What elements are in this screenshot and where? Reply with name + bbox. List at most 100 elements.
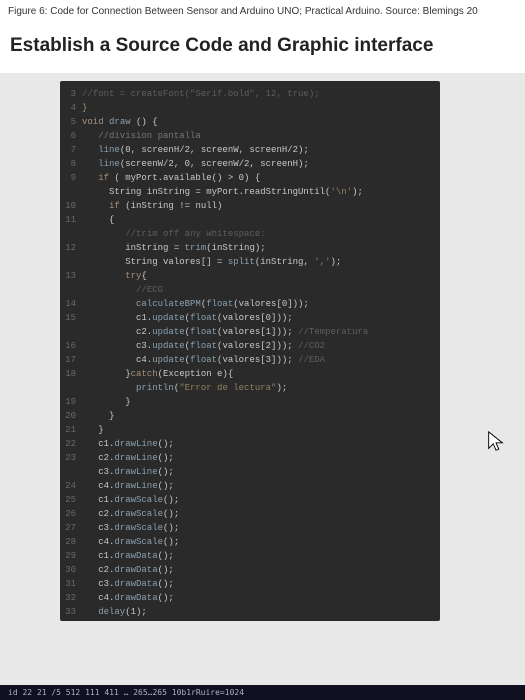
line-number: 24 — [60, 479, 82, 493]
code-line: 17 c4.update(float(valores[3])); //EDA — [60, 353, 440, 367]
code-line: 15 c1.update(float(valores[0])); — [60, 311, 440, 325]
code-line: String inString = myPort.readStringUntil… — [60, 185, 440, 199]
code-text: c3.drawScale(); — [82, 521, 179, 535]
code-text: } — [82, 619, 87, 621]
line-number: 16 — [60, 339, 82, 353]
line-number: 26 — [60, 507, 82, 521]
line-number — [60, 381, 82, 395]
code-line: 32 c4.drawData(); — [60, 591, 440, 605]
code-line: String valores[] = split(inString, ','); — [60, 255, 440, 269]
code-line: 5void draw () { — [60, 115, 440, 129]
code-text: String valores[] = split(inString, ','); — [82, 255, 341, 269]
code-line: 23 c2.drawLine(); — [60, 451, 440, 465]
line-number: 27 — [60, 521, 82, 535]
code-line: 13 try{ — [60, 269, 440, 283]
code-text: c2.drawLine(); — [82, 451, 174, 465]
code-text: }catch(Exception e){ — [82, 367, 233, 381]
line-number: 11 — [60, 213, 82, 227]
code-line: 24 c4.drawLine(); — [60, 479, 440, 493]
line-number: 21 — [60, 423, 82, 437]
line-number: 34 — [60, 619, 82, 621]
code-text: //font = createFont("Serif.bold", 12, tr… — [82, 87, 320, 101]
line-number: 3 — [60, 87, 82, 101]
code-text: } — [82, 409, 114, 423]
code-text: c1.update(float(valores[0])); — [82, 311, 293, 325]
line-number: 28 — [60, 535, 82, 549]
line-number: 8 — [60, 157, 82, 171]
status-bar: id 22 21 /5 512 111 411 … 265…265 10b1rR… — [0, 685, 525, 700]
code-text: c2.drawScale(); — [82, 507, 179, 521]
line-number — [60, 185, 82, 199]
line-number: 6 — [60, 129, 82, 143]
code-text: c3.drawData(); — [82, 577, 174, 591]
code-line: 22 c1.drawLine(); — [60, 437, 440, 451]
code-line: 16 c3.update(float(valores[2])); //CO2 — [60, 339, 440, 353]
code-line: 26 c2.drawScale(); — [60, 507, 440, 521]
line-number: 30 — [60, 563, 82, 577]
code-line: 6 //division pantalla — [60, 129, 440, 143]
code-text: if ( myPort.available() > 0) { — [82, 171, 260, 185]
line-number: 33 — [60, 605, 82, 619]
line-number: 20 — [60, 409, 82, 423]
code-text: c1.drawData(); — [82, 549, 174, 563]
code-line: 4} — [60, 101, 440, 115]
code-line: 25 c1.drawScale(); — [60, 493, 440, 507]
code-text: //ECG — [82, 283, 163, 297]
code-line: 31 c3.drawData(); — [60, 577, 440, 591]
code-line: println("Error de lectura"); — [60, 381, 440, 395]
line-number: 10 — [60, 199, 82, 213]
code-line: 20 } — [60, 409, 440, 423]
code-block: 3//font = createFont("Serif.bold", 12, t… — [60, 81, 440, 621]
code-line: 27 c3.drawScale(); — [60, 521, 440, 535]
code-text: c3.update(float(valores[2])); //CO2 — [82, 339, 325, 353]
code-line: 19 } — [60, 395, 440, 409]
code-text: line(screenW/2, 0, screenW/2, screenH); — [82, 157, 309, 171]
figure-caption: Figure 6: Code for Connection Between Se… — [0, 0, 525, 23]
code-text: } — [82, 101, 87, 115]
line-number: 9 — [60, 171, 82, 185]
code-text: c4.drawLine(); — [82, 479, 174, 493]
code-line: 9 if ( myPort.available() > 0) { — [60, 171, 440, 185]
line-number — [60, 255, 82, 269]
line-number: 31 — [60, 577, 82, 591]
line-number — [60, 325, 82, 339]
line-number: 4 — [60, 101, 82, 115]
code-text: line(0, screenH/2, screenW, screenH/2); — [82, 143, 309, 157]
code-line: 28 c4.drawScale(); — [60, 535, 440, 549]
line-number: 17 — [60, 353, 82, 367]
code-line: //trim off any whitespace: — [60, 227, 440, 241]
line-number: 12 — [60, 241, 82, 255]
code-text: if (inString != null) — [82, 199, 222, 213]
line-number: 18 — [60, 367, 82, 381]
code-wrap: 3//font = createFont("Serif.bold", 12, t… — [0, 73, 525, 621]
line-number: 29 — [60, 549, 82, 563]
code-text: //trim off any whitespace: — [82, 227, 266, 241]
cursor-icon — [485, 430, 507, 452]
code-text: inString = trim(inString); — [82, 241, 266, 255]
code-line: 10 if (inString != null) — [60, 199, 440, 213]
code-text: c1.drawScale(); — [82, 493, 179, 507]
line-number: 32 — [60, 591, 82, 605]
code-text: c2.update(float(valores[1])); //Temperat… — [82, 325, 368, 339]
code-line: 12 inString = trim(inString); — [60, 241, 440, 255]
code-line: 33 delay(1); — [60, 605, 440, 619]
line-number: 23 — [60, 451, 82, 465]
line-number — [60, 283, 82, 297]
code-line: 14 calculateBPM(float(valores[0])); — [60, 297, 440, 311]
code-text: } — [82, 423, 104, 437]
code-line: 18 }catch(Exception e){ — [60, 367, 440, 381]
line-number: 13 — [60, 269, 82, 283]
line-number — [60, 227, 82, 241]
code-text: c4.drawScale(); — [82, 535, 179, 549]
line-number: 5 — [60, 115, 82, 129]
code-text: c3.drawLine(); — [82, 465, 174, 479]
code-text: String inString = myPort.readStringUntil… — [82, 185, 363, 199]
code-line: 29 c1.drawData(); — [60, 549, 440, 563]
code-text: println("Error de lectura"); — [82, 381, 287, 395]
line-number: 7 — [60, 143, 82, 157]
code-line: c3.drawLine(); — [60, 465, 440, 479]
line-number: 15 — [60, 311, 82, 325]
code-text: c4.drawData(); — [82, 591, 174, 605]
code-text: c1.drawLine(); — [82, 437, 174, 451]
code-line: c2.update(float(valores[1])); //Temperat… — [60, 325, 440, 339]
